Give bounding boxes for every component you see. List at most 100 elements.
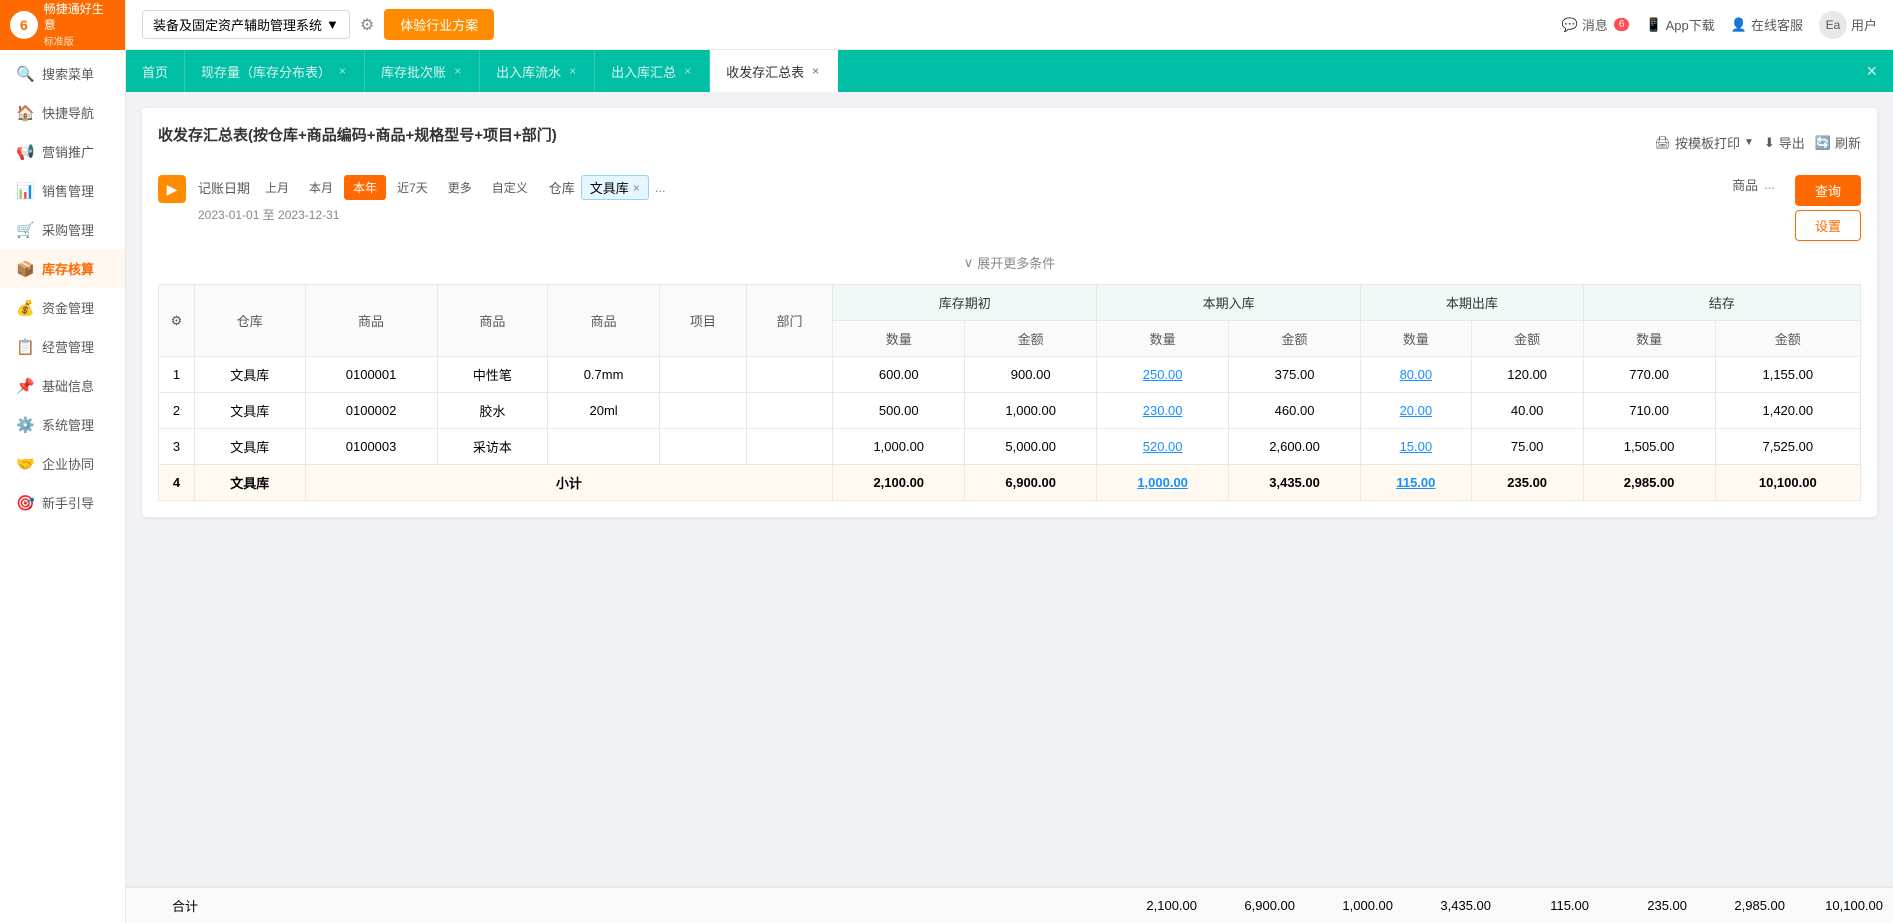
expand-more-label: 展开更多条件 xyxy=(977,253,1055,272)
row-bal-amt: 7,525.00 xyxy=(1715,429,1860,465)
row-out-amt: 40.00 xyxy=(1471,393,1583,429)
sidebar-item-label: 采购管理 xyxy=(42,220,94,239)
col-dept-header: 部门 xyxy=(746,285,833,357)
warehouse-tag: 文具库 × xyxy=(581,175,649,200)
sidebar-item-guide[interactable]: 🎯 新手引导 xyxy=(0,483,125,522)
subtotal-in-qty[interactable]: 1,000.00 xyxy=(1097,465,1229,501)
date-more[interactable]: 更多 xyxy=(439,175,481,200)
sidebar-item-label: 快捷导航 xyxy=(42,103,94,122)
refresh-btn[interactable]: 🔄 刷新 xyxy=(1815,133,1861,152)
sidebar-item-inventory[interactable]: 📦 库存核算 xyxy=(0,249,125,288)
footer-out-qty: 115.00 xyxy=(1499,898,1589,913)
date-label: 记账日期 xyxy=(198,178,250,197)
tab-recv-summary[interactable]: 收发存汇总表 × xyxy=(710,50,838,92)
date-custom[interactable]: 自定义 xyxy=(483,175,537,200)
sidebar-item-finance[interactable]: 💰 资金管理 xyxy=(0,288,125,327)
row-open-amt: 5,000.00 xyxy=(965,429,1097,465)
sidebar: 6 畅捷通好生意 标准版 🔍 搜索菜单 🏠 快捷导航 📢 营销推广 📊 销售管理… xyxy=(0,0,126,923)
row-out-amt: 75.00 xyxy=(1471,429,1583,465)
row-in-qty[interactable]: 520.00 xyxy=(1097,429,1229,465)
message-btn[interactable]: 💬 消息 6 xyxy=(1562,15,1630,34)
sidebar-item-quick[interactable]: 🏠 快捷导航 xyxy=(0,93,125,132)
sidebar-item-search[interactable]: 🔍 搜索菜单 xyxy=(0,54,125,93)
user-btn[interactable]: Ea 用户 xyxy=(1819,11,1877,39)
tab-inout-summary-close[interactable]: × xyxy=(682,62,693,80)
subtotal-warehouse: 文具库 xyxy=(195,465,306,501)
date-this-year[interactable]: 本年 xyxy=(344,175,386,200)
search-icon: 🔍 xyxy=(16,65,34,83)
chevron-down-icon: ▼ xyxy=(326,17,339,32)
date-last-month[interactable]: 上月 xyxy=(256,175,298,200)
sidebar-item-operations[interactable]: 📋 经营管理 xyxy=(0,327,125,366)
row-out-qty[interactable]: 80.00 xyxy=(1361,357,1472,393)
footer-open-qty: 2,100.00 xyxy=(1107,898,1197,913)
sidebar-item-system[interactable]: ⚙️ 系统管理 xyxy=(0,405,125,444)
tab-inout-summary[interactable]: 出入库汇总 × xyxy=(595,50,710,92)
sidebar-item-marketing[interactable]: 📢 营销推广 xyxy=(0,132,125,171)
subtotal-in-amt: 3,435.00 xyxy=(1229,465,1361,501)
sidebar-nav: 🔍 搜索菜单 🏠 快捷导航 📢 营销推广 📊 销售管理 🛒 采购管理 📦 库存核… xyxy=(0,50,125,923)
tab-bar-close[interactable]: × xyxy=(1850,61,1893,82)
sidebar-item-label: 库存核算 xyxy=(42,259,94,278)
row-project xyxy=(660,393,747,429)
row-bal-qty: 710.00 xyxy=(1583,393,1715,429)
footer-in-qty: 1,000.00 xyxy=(1303,898,1393,913)
footer-totals: 合计 2,100.00 6,900.00 1,000.00 3,435.00 1… xyxy=(126,886,1893,923)
query-btn[interactable]: 查询 xyxy=(1795,175,1861,206)
warehouse-tag-close[interactable]: × xyxy=(633,181,640,195)
date-this-month[interactable]: 本月 xyxy=(300,175,342,200)
row-goods-name: 中性笔 xyxy=(437,357,548,393)
col-bal-amt: 金额 xyxy=(1715,321,1860,357)
expand-more-btn[interactable]: ∨ 展开更多条件 xyxy=(964,253,1056,272)
filter-expand-btn[interactable]: ▶ xyxy=(158,175,186,203)
row-out-qty[interactable]: 15.00 xyxy=(1361,429,1472,465)
trial-btn[interactable]: 体验行业方案 xyxy=(384,9,494,40)
settings-gear-icon[interactable]: ⚙ xyxy=(360,15,374,35)
goods-more[interactable]: ... xyxy=(1764,177,1775,192)
filter-settings-btn[interactable]: 设置 xyxy=(1795,210,1861,241)
tab-inventory-dist[interactable]: 现存量（库存分布表） × xyxy=(185,50,365,92)
row-out-qty[interactable]: 20.00 xyxy=(1361,393,1472,429)
subtotal-out-qty[interactable]: 115.00 xyxy=(1361,465,1472,501)
tab-inventory-dist-close[interactable]: × xyxy=(337,62,348,80)
sidebar-item-basic[interactable]: 📌 基础信息 xyxy=(0,366,125,405)
row-in-qty[interactable]: 230.00 xyxy=(1097,393,1229,429)
page-title: 收发存汇总表(按仓库+商品编码+商品+规格型号+项目+部门) xyxy=(158,124,557,145)
print-btn[interactable]: 🖨 按模板打印 ▼ xyxy=(1654,133,1753,152)
tab-batch-close[interactable]: × xyxy=(452,62,463,80)
footer-label: 合计 xyxy=(172,896,252,915)
goods-label: 商品 xyxy=(1732,175,1758,194)
finance-icon: 💰 xyxy=(16,299,34,317)
tab-batch[interactable]: 库存批次账 × xyxy=(365,50,480,92)
sidebar-item-label: 新手引导 xyxy=(42,493,94,512)
date-7days[interactable]: 近7天 xyxy=(388,175,437,200)
goods-filter: 商品 ... xyxy=(1732,175,1775,194)
col-out-qty: 数量 xyxy=(1361,321,1472,357)
row-goods-code: 0100003 xyxy=(305,429,437,465)
footer-bal-amt: 10,100.00 xyxy=(1793,898,1883,913)
tab-recv-summary-close[interactable]: × xyxy=(810,62,821,80)
guide-icon: 🎯 xyxy=(16,494,34,512)
row-in-qty[interactable]: 250.00 xyxy=(1097,357,1229,393)
sidebar-item-collab[interactable]: 🤝 企业协同 xyxy=(0,444,125,483)
subtotal-open-qty: 2,100.00 xyxy=(833,465,965,501)
row-open-qty: 600.00 xyxy=(833,357,965,393)
col-goods-name-header: 商品 xyxy=(437,285,548,357)
warehouse-tag-text: 文具库 xyxy=(590,178,629,197)
footer-open-amt: 6,900.00 xyxy=(1205,898,1295,913)
col-in-header: 本期入库 xyxy=(1097,285,1361,321)
export-btn[interactable]: ⬇ 导出 xyxy=(1764,133,1805,152)
tab-inout-flow-close[interactable]: × xyxy=(567,62,578,80)
tab-inout-flow[interactable]: 出入库流水 × xyxy=(480,50,595,92)
sidebar-item-purchase[interactable]: 🛒 采购管理 xyxy=(0,210,125,249)
app-download-btn[interactable]: 📱 App下载 xyxy=(1645,15,1714,34)
warehouse-more[interactable]: ... xyxy=(655,180,666,195)
table-settings-col[interactable]: ⚙ xyxy=(159,285,195,357)
online-service-btn[interactable]: 👤 在线客服 xyxy=(1731,15,1803,34)
system-selector[interactable]: 装备及固定资产辅助管理系统 ▼ xyxy=(142,10,350,39)
data-table: ⚙ 仓库 商品 商品 商品 项目 部门 库存期初 本期入库 本期出库 结存 数量… xyxy=(158,284,1861,501)
tab-home[interactable]: 首页 xyxy=(126,50,185,92)
sidebar-item-sales[interactable]: 📊 销售管理 xyxy=(0,171,125,210)
row-in-amt: 375.00 xyxy=(1229,357,1361,393)
content-card: 收发存汇总表(按仓库+商品编码+商品+规格型号+项目+部门) 🖨 按模板打印 ▼… xyxy=(142,108,1877,517)
